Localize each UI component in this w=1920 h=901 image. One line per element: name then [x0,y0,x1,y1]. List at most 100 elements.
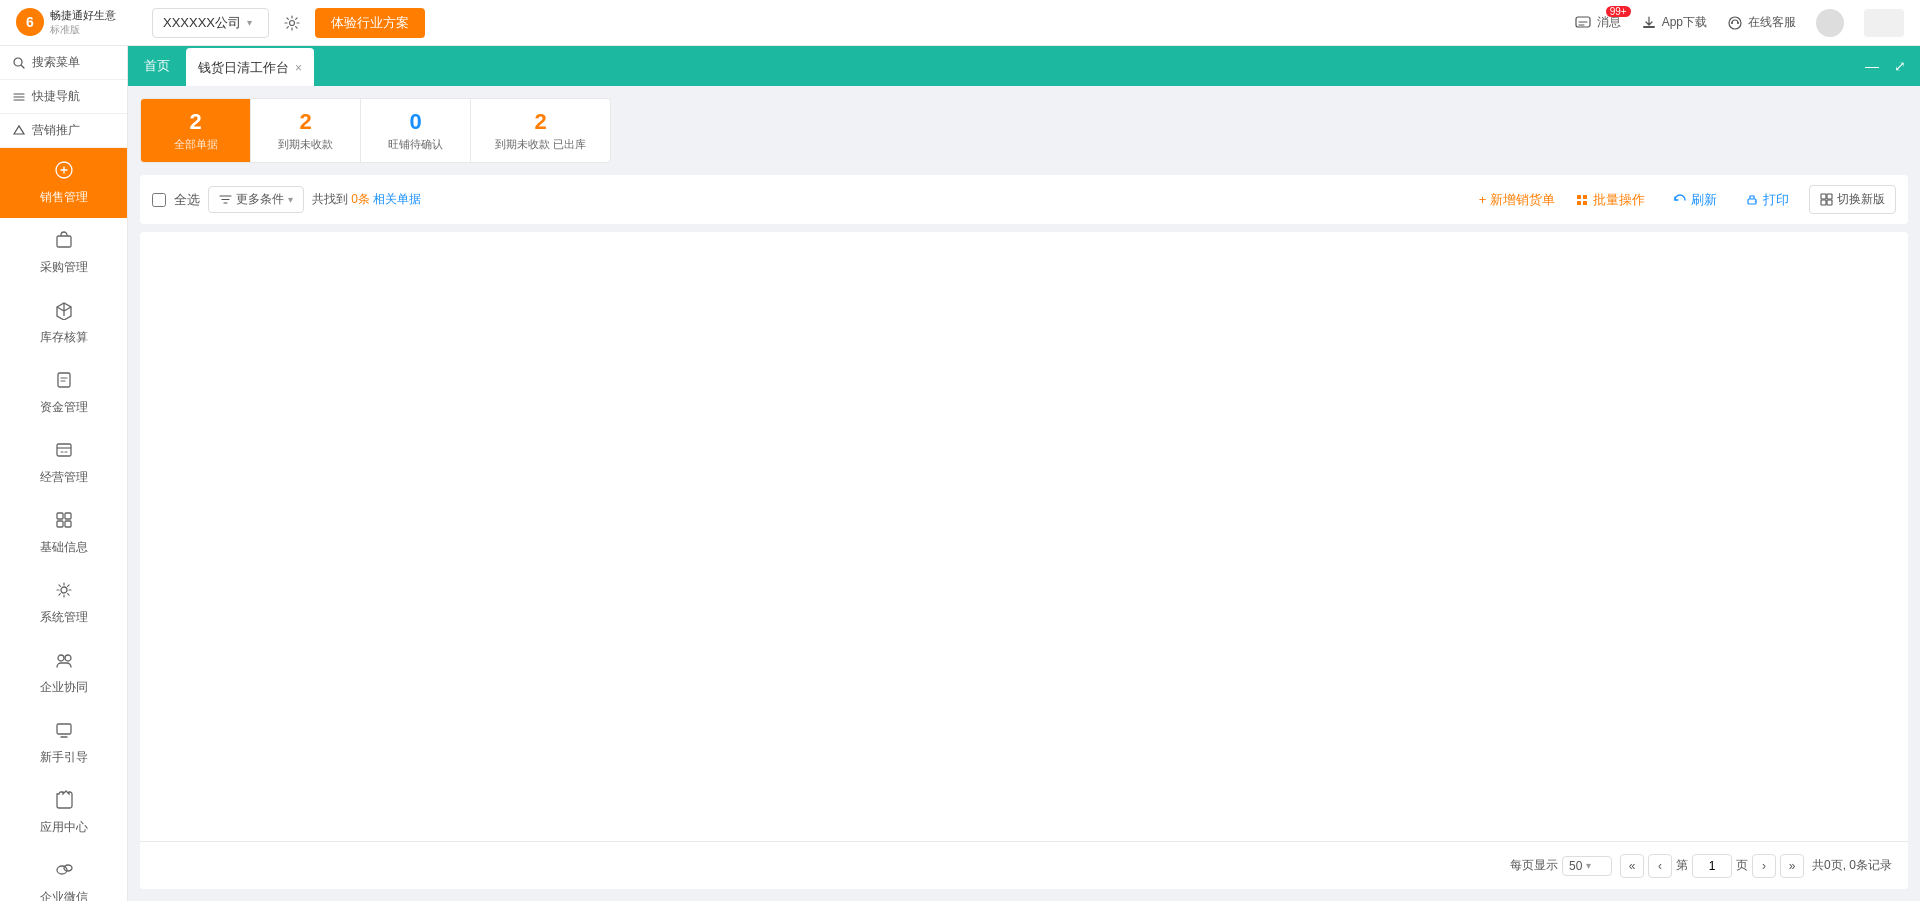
tab-bar: 首页 钱货日清工作台 × — ⤢ [128,46,1920,86]
stat-label-shipped: 到期未收款 已出库 [495,137,586,152]
sidebar-item-finance-label: 资金管理 [40,399,88,416]
svg-rect-11 [57,513,63,519]
sidebar-item-guide[interactable]: 新手引导 [0,708,127,778]
company-name: XXXXXX公司 [163,14,241,32]
per-page-label: 每页显示 [1510,857,1558,874]
online-service-button[interactable]: 在线客服 [1727,14,1796,31]
sidebar-item-sales[interactable]: 销售管理 [0,148,127,218]
message-button[interactable]: 消息 99+ [1574,14,1621,32]
message-label: 消息 [1597,14,1621,31]
tab-minimize-button[interactable]: — [1860,54,1884,78]
sidebar-item-inventory-label: 库存核算 [40,329,88,346]
sidebar-promo[interactable]: 营销推广 [0,114,127,148]
svg-rect-28 [1821,194,1826,199]
promo-label: 营销推广 [32,122,80,139]
sidebar-item-wechat[interactable]: 企业微信 [0,848,127,901]
first-page-button[interactable]: « [1620,854,1644,878]
app-download-button[interactable]: App下载 [1641,14,1707,31]
sidebar-quick-nav[interactable]: 快捷导航 [0,80,127,114]
app-name: 畅捷通好生意 [50,8,116,22]
print-button[interactable]: 打印 [1737,187,1797,213]
toolbar: 全选 更多条件 ▾ 共找到 0条 相关单据 + 新增销货单 批量操作 [140,175,1908,224]
stat-tab-all[interactable]: 2 全部单据 [141,99,251,162]
print-btn-label: 打印 [1763,191,1789,209]
page-number-input[interactable] [1692,854,1732,878]
switch-version-button[interactable]: 切换新版 [1809,185,1896,214]
more-filter-button[interactable]: 更多条件 ▾ [208,186,304,213]
guide-icon [54,720,74,745]
svg-rect-30 [1821,200,1826,205]
page-size-input[interactable]: 50 ▾ [1562,856,1612,876]
refresh-button[interactable]: 刷新 [1665,187,1725,213]
sidebar-item-cooperation[interactable]: 企业协同 [0,638,127,708]
header-right: 消息 99+ App下载 在线客服 [1574,9,1904,37]
wechat-icon [54,860,74,885]
sidebar-item-apps[interactable]: 应用中心 [0,778,127,848]
message-badge: 99+ [1606,6,1631,17]
svg-rect-24 [1577,201,1581,205]
settings-button[interactable] [277,8,307,38]
toolbar-left: 全选 更多条件 ▾ 共找到 0条 相关单据 [152,186,1471,213]
sidebar-item-apps-label: 应用中心 [40,819,88,836]
svg-point-6 [14,58,22,66]
operations-icon [54,440,74,465]
stat-tab-overdue[interactable]: 2 到期未收款 [251,99,361,162]
svg-point-20 [64,865,72,871]
stat-tab-shipped[interactable]: 2 到期未收款 已出库 [471,99,610,162]
sidebar-item-operations[interactable]: 经营管理 [0,428,127,498]
online-service-label: 在线客服 [1748,14,1796,31]
add-sale-button[interactable]: + 新增销货单 [1479,191,1555,209]
sidebar-item-basic-label: 基础信息 [40,539,88,556]
company-selector[interactable]: XXXXXX公司 ▾ [152,8,269,38]
svg-rect-13 [57,521,63,527]
svg-rect-31 [1827,200,1832,205]
logo-area: 6 畅捷通好生意 标准版 [16,8,144,36]
tab-current[interactable]: 钱货日清工作台 × [186,48,314,88]
select-all-checkbox[interactable] [152,193,166,207]
svg-rect-29 [1827,194,1832,199]
tab-maximize-button[interactable]: ⤢ [1888,54,1912,78]
purchase-icon [54,230,74,255]
found-link[interactable]: 相关单据 [373,192,421,206]
trial-button[interactable]: 体验行业方案 [315,8,425,38]
chevron-down-icon: ▾ [247,17,252,28]
svg-rect-25 [1583,201,1587,205]
svg-rect-23 [1583,195,1587,199]
inventory-icon [54,300,74,325]
last-page-button[interactable]: » [1780,854,1804,878]
more-filter-chevron: ▾ [288,194,293,205]
svg-point-5 [1737,22,1739,24]
page-size-select: 每页显示 50 ▾ [1510,856,1612,876]
tab-home[interactable]: 首页 [128,46,186,86]
sales-icon [54,160,74,185]
user-name[interactable] [1864,9,1904,37]
prev-page-button[interactable]: ‹ [1648,854,1672,878]
toolbar-right: + 新增销货单 批量操作 刷新 打印 切换新版 [1479,185,1896,214]
svg-rect-8 [57,236,71,247]
sidebar-item-purchase[interactable]: 采购管理 [0,218,127,288]
next-page-button[interactable]: › [1752,854,1776,878]
sidebar-search-menu[interactable]: 搜索菜单 [0,46,127,80]
refresh-btn-label: 刷新 [1691,191,1717,209]
apps-icon [54,790,74,815]
svg-rect-12 [65,513,71,519]
content-area: 首页 钱货日清工作台 × — ⤢ 2 全部单据 2 到期未收款 [128,46,1920,901]
avatar[interactable] [1816,9,1844,37]
more-filter-label: 更多条件 [236,191,284,208]
page-content: 2 全部单据 2 到期未收款 0 旺铺待确认 2 到期未收款 已出库 [128,86,1920,901]
sidebar-item-purchase-label: 采购管理 [40,259,88,276]
sidebar-item-inventory[interactable]: 库存核算 [0,288,127,358]
tab-close-icon[interactable]: × [295,61,302,75]
sidebar-item-basic[interactable]: 基础信息 [0,498,127,568]
stat-tab-pending[interactable]: 0 旺铺待确认 [361,99,471,162]
page-suffix: 页 [1736,857,1748,874]
sidebar-item-finance[interactable]: 资金管理 [0,358,127,428]
sidebar-item-system[interactable]: 系统管理 [0,568,127,638]
sidebar-item-wechat-label: 企业微信 [40,889,88,901]
batch-operation-button[interactable]: 批量操作 [1567,187,1653,213]
found-count: 0条 [351,192,370,206]
svg-point-17 [65,655,71,661]
stat-number-all: 2 [165,109,226,135]
cooperation-icon [54,650,74,675]
stats-tabs: 2 全部单据 2 到期未收款 0 旺铺待确认 2 到期未收款 已出库 [140,98,611,163]
